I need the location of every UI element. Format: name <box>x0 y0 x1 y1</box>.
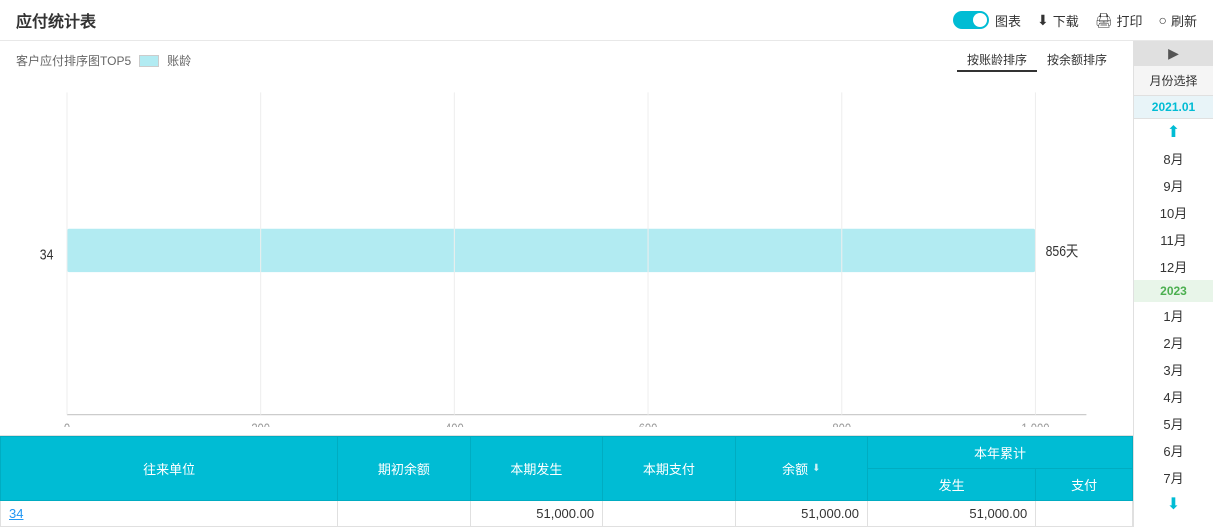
print-button[interactable]: 🖨 打印 <box>1095 11 1143 30</box>
chart-wrapper: 34 856天 0 200 400 600 800 1,000 <box>0 80 1133 435</box>
th-ytd-pay: 支付 <box>1036 469 1133 501</box>
th-balance: 余额 ⬇ <box>735 437 867 501</box>
month-10[interactable]: 10月 <box>1134 199 1213 226</box>
page-container: 应付统计表 图表 ⬇ 下载 🖨 打印 ○ 刷新 <box>0 0 1213 527</box>
legend-box <box>139 55 159 67</box>
svg-text:34: 34 <box>40 247 54 263</box>
month-4[interactable]: 4月 <box>1134 383 1213 410</box>
year-2023-marker: 2023 <box>1134 280 1213 302</box>
cell-ytd-occur: 51,000.00 <box>868 501 1036 527</box>
cell-opening <box>338 501 470 527</box>
svg-text:800: 800 <box>832 421 851 427</box>
svg-text:200: 200 <box>251 421 270 427</box>
cell-ytd-pay <box>1036 501 1133 527</box>
main-content: 客户应付排序图TOP5 账龄 按账龄排序 按余额排序 34 <box>0 41 1213 527</box>
sidebar-nav-down-btn[interactable]: ⬇ <box>1134 491 1213 517</box>
svg-text:856天: 856天 <box>1046 243 1079 259</box>
sidebar-current-value: 2021.01 <box>1134 96 1213 119</box>
chart-legend: 客户应付排序图TOP5 账龄 <box>16 52 191 69</box>
chart-svg: 34 856天 0 200 400 600 800 1,000 <box>16 80 1117 427</box>
month-9[interactable]: 9月 <box>1134 172 1213 199</box>
header-actions: 图表 ⬇ 下载 🖨 打印 ○ 刷新 <box>953 11 1197 30</box>
th-current-occur: 本期发生 <box>470 437 602 501</box>
balance-sort-icon: ⬇ <box>812 463 820 474</box>
header: 应付统计表 图表 ⬇ 下载 🖨 打印 ○ 刷新 <box>0 0 1213 41</box>
month-3[interactable]: 3月 <box>1134 356 1213 383</box>
th-ytd: 本年累计 <box>868 437 1133 469</box>
month-7[interactable]: 7月 <box>1134 464 1213 491</box>
refresh-button[interactable]: ○ 刷新 <box>1159 11 1197 30</box>
sidebar: ▶ 月份选择 2021.01 ⬆ 8月 9月 10月 11月 12月 2023 … <box>1133 41 1213 527</box>
chart-toggle-wrap: 图表 <box>953 11 1021 30</box>
month-8[interactable]: 8月 <box>1134 145 1213 172</box>
chart-toggle[interactable] <box>953 11 989 29</box>
download-button[interactable]: ⬇ 下载 <box>1037 11 1079 30</box>
legend-title: 客户应付排序图TOP5 <box>16 52 131 69</box>
month-2[interactable]: 2月 <box>1134 329 1213 356</box>
month-5[interactable]: 5月 <box>1134 410 1213 437</box>
table-row: 34 51,000.00 51,000.00 51,000.00 <box>1 501 1133 527</box>
table-area: 往来单位 期初余额 本期发生 本期支付 余额 ⬇ 本年累计 <box>0 435 1133 527</box>
sidebar-nav-up-btn[interactable]: ⬆ <box>1134 119 1213 145</box>
refresh-icon: ○ <box>1159 12 1167 28</box>
cell-current-pay <box>603 501 735 527</box>
th-opening: 期初余额 <box>338 437 470 501</box>
chevron-right-icon: ▶ <box>1168 45 1179 62</box>
cell-current-occur: 51,000.00 <box>470 501 602 527</box>
th-current-pay: 本期支付 <box>603 437 735 501</box>
sidebar-collapse-btn[interactable]: ▶ <box>1134 41 1213 66</box>
svg-text:600: 600 <box>639 421 658 427</box>
sort-by-balance-btn[interactable]: 按账龄排序 <box>957 49 1037 72</box>
sidebar-nav: ⬆ 8月 9月 10月 11月 12月 2023 1月 2月 3月 4月 5月 … <box>1134 119 1213 517</box>
month-11[interactable]: 11月 <box>1134 226 1213 253</box>
svg-text:0: 0 <box>64 421 70 427</box>
legend-label: 账龄 <box>167 52 191 69</box>
th-ytd-occur: 发生 <box>868 469 1036 501</box>
download-icon: ⬇ <box>1037 12 1049 29</box>
print-icon: 🖨 <box>1095 12 1113 29</box>
month-12[interactable]: 12月 <box>1134 253 1213 280</box>
data-table: 往来单位 期初余额 本期发生 本期支付 余额 ⬇ 本年累计 <box>0 436 1133 527</box>
month-1[interactable]: 1月 <box>1134 302 1213 329</box>
sort-buttons: 按账龄排序 按余额排序 <box>957 49 1117 72</box>
sidebar-header: 月份选择 <box>1134 66 1213 96</box>
month-6[interactable]: 6月 <box>1134 437 1213 464</box>
cell-balance: 51,000.00 <box>735 501 867 527</box>
print-label: 打印 <box>1117 11 1143 30</box>
sort-by-amount-btn[interactable]: 按余额排序 <box>1037 49 1117 72</box>
svg-text:400: 400 <box>445 421 464 427</box>
chart-table-area: 客户应付排序图TOP5 账龄 按账龄排序 按余额排序 34 <box>0 41 1133 527</box>
download-label: 下载 <box>1053 11 1079 30</box>
chart-header: 客户应付排序图TOP5 账龄 按账龄排序 按余额排序 <box>0 41 1133 80</box>
chart-toggle-label: 图表 <box>995 11 1021 30</box>
refresh-label: 刷新 <box>1171 11 1197 30</box>
cell-unit[interactable]: 34 <box>1 501 338 527</box>
page-title: 应付统计表 <box>16 8 96 32</box>
svg-text:1,000: 1,000 <box>1021 421 1049 427</box>
th-unit: 往来单位 <box>1 437 338 501</box>
